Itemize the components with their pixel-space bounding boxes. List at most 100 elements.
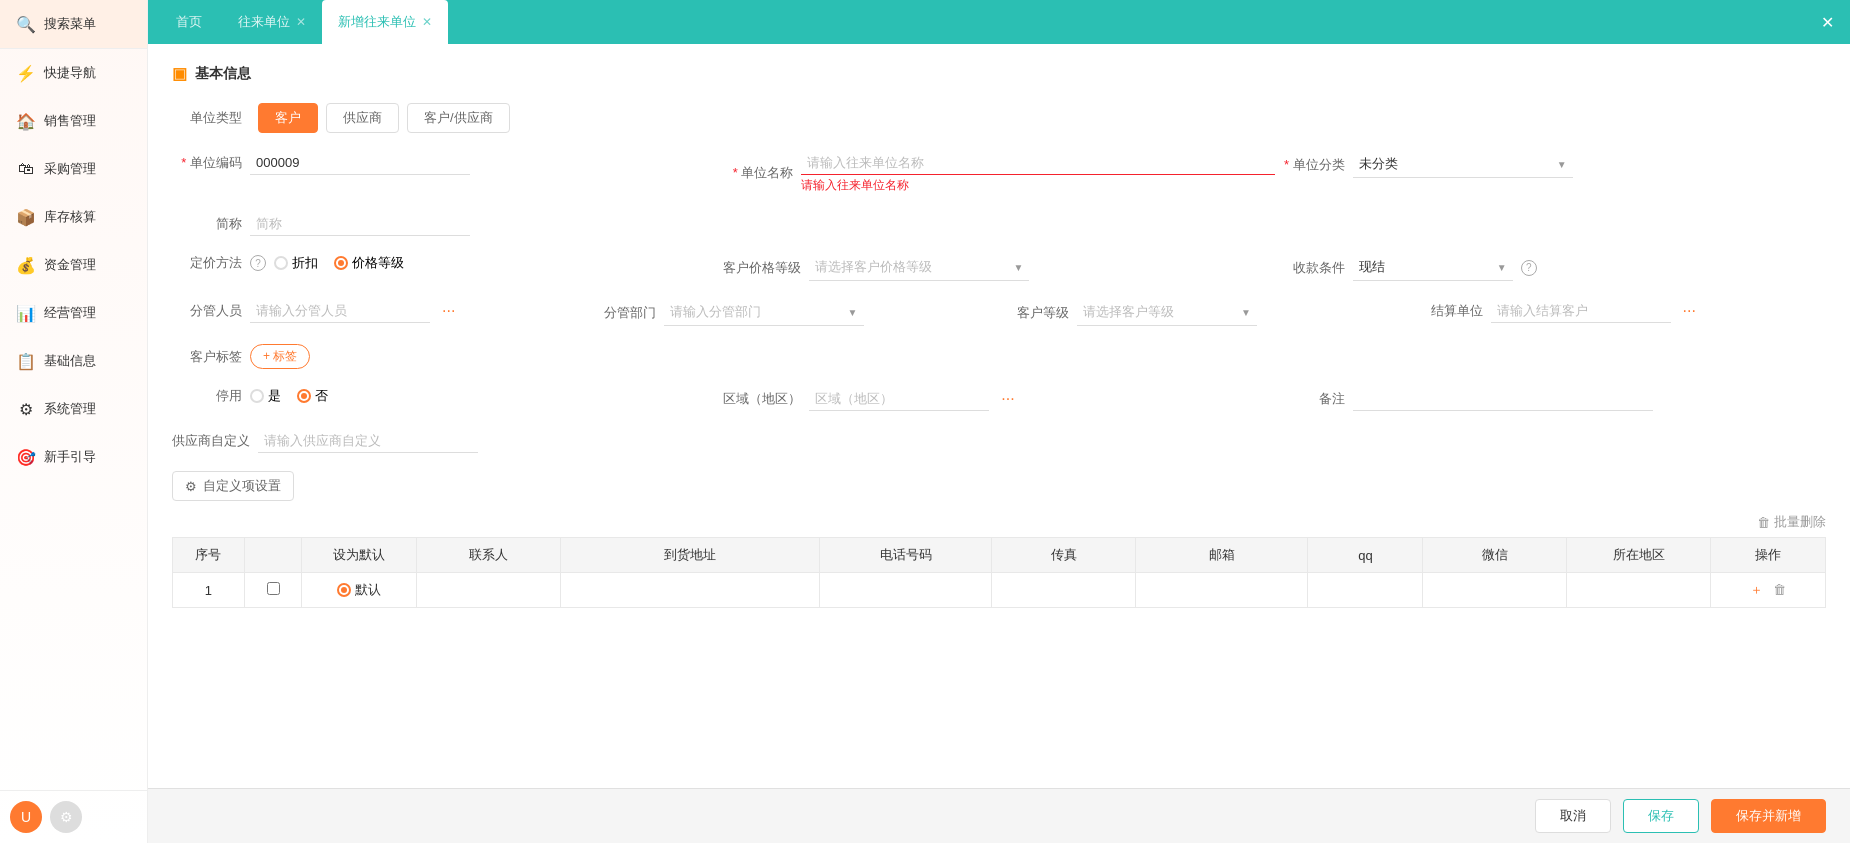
col-header-default: 设为默认 (302, 538, 417, 573)
phone-input[interactable] (830, 583, 981, 598)
unit-category-label: 单位分类 (1275, 156, 1345, 174)
row-checkbox[interactable] (244, 573, 301, 608)
unit-name-error-group: 请输入往来单位名称 (801, 151, 1274, 194)
sidebar-item-system[interactable]: ⚙ 系统管理 (0, 385, 147, 433)
tab-partners-close[interactable]: ✕ (296, 15, 306, 29)
unit-type-label: 单位类型 (172, 109, 242, 127)
type-btn-supplier[interactable]: 供应商 (326, 103, 399, 133)
payment-select[interactable]: 现结 ▼ (1353, 254, 1513, 281)
manager-group: 分管人员 ··· (172, 299, 586, 323)
settlement-input[interactable] (1491, 299, 1671, 323)
payment-help-icon[interactable]: ? (1521, 260, 1537, 276)
row-default-radio[interactable]: 默认 (312, 581, 406, 599)
region-input[interactable] (809, 387, 989, 411)
dept-select[interactable]: 请输入分管部门 ▼ (664, 299, 864, 326)
sidebar-item-search[interactable]: 🔍 搜索菜单 (0, 0, 147, 49)
sidebar-item-inventory[interactable]: 📦 库存核算 (0, 193, 147, 241)
remark-label: 备注 (1275, 390, 1345, 408)
search-icon: 🔍 (16, 14, 36, 34)
row-wechat[interactable] (1423, 573, 1567, 608)
settlement-more-icon[interactable]: ··· (1679, 302, 1700, 320)
supplier-custom-group: 供应商自定义 (172, 429, 1826, 453)
add-row-icon[interactable]: ＋ (1750, 582, 1763, 597)
sidebar-item-operation[interactable]: 📊 经营管理 (0, 289, 147, 337)
sidebar-item-finance[interactable]: 💰 资金管理 (0, 241, 147, 289)
customer-price-select[interactable]: 请选择客户价格等级 ▼ (809, 254, 1029, 281)
sidebar-item-quick-nav[interactable]: ⚡ 快捷导航 (0, 49, 147, 97)
row-ops[interactable]: ＋ 🗑 (1710, 573, 1825, 608)
supplier-custom-label: 供应商自定义 (172, 432, 250, 450)
sidebar-item-purchase[interactable]: 🛍 采购管理 (0, 145, 147, 193)
user-avatar[interactable]: U (10, 801, 42, 833)
disable-yes-radio[interactable]: 是 (250, 387, 281, 405)
pricing-level-radio[interactable]: 价格等级 (334, 254, 404, 272)
pricing-group: 定价方法 ? 折扣 价格等级 (172, 254, 723, 272)
tab-home[interactable]: 首页 (156, 0, 222, 44)
unit-name-input[interactable] (801, 151, 1274, 175)
row-check-input[interactable] (267, 582, 280, 595)
settings-avatar[interactable]: ⚙ (50, 801, 82, 833)
customer-level-group: 客户等级 请选择客户等级 ▼ (999, 299, 1413, 326)
sidebar-bottom: U ⚙ (0, 790, 147, 843)
unit-name-error-msg: 请输入往来单位名称 (801, 177, 1274, 194)
save-new-button[interactable]: 保存并新增 (1711, 799, 1826, 833)
customer-level-select[interactable]: 请选择客户等级 ▼ (1077, 299, 1257, 326)
disable-no-radio[interactable]: 否 (297, 387, 328, 405)
fax-input[interactable] (1002, 583, 1125, 598)
wechat-input[interactable] (1433, 583, 1556, 598)
row-email[interactable] (1136, 573, 1308, 608)
short-name-label: 简称 (172, 215, 242, 233)
tab-bar: 首页 往来单位 ✕ 新增往来单位 ✕ ✕ (148, 0, 1850, 44)
dept-label: 分管部门 (586, 304, 656, 322)
address-input[interactable] (571, 583, 809, 598)
tags-row: 客户标签 + 标签 (172, 344, 1826, 369)
sidebar-item-basic[interactable]: 📋 基础信息 (0, 337, 147, 385)
col-header-fax: 传真 (992, 538, 1136, 573)
short-name-input[interactable] (250, 212, 470, 236)
window-close-button[interactable]: ✕ (1813, 9, 1842, 36)
custom-settings-button[interactable]: ⚙ 自定义项设置 (172, 471, 294, 501)
row-address[interactable] (561, 573, 820, 608)
tag-label: 客户标签 (172, 348, 242, 366)
tab-new-partner-close[interactable]: ✕ (422, 15, 432, 29)
cancel-button[interactable]: 取消 (1535, 799, 1611, 833)
unit-code-label: 单位编码 (172, 154, 242, 172)
sidebar-item-guide[interactable]: 🎯 新手引导 (0, 433, 147, 481)
save-button[interactable]: 保存 (1623, 799, 1699, 833)
pricing-help-icon[interactable]: ? (250, 255, 266, 271)
email-input[interactable] (1146, 583, 1297, 598)
unit-code-group: 单位编码 (172, 151, 723, 175)
region-table-input[interactable] (1577, 583, 1700, 598)
row-default[interactable]: 默认 (302, 573, 417, 608)
payment-chevron-icon: ▼ (1497, 262, 1507, 273)
type-btn-both[interactable]: 客户/供应商 (407, 103, 510, 133)
sidebar-item-sales[interactable]: 🏠 销售管理 (0, 97, 147, 145)
row-phone[interactable] (819, 573, 991, 608)
manager-more-icon[interactable]: ··· (438, 302, 459, 320)
add-tag-button[interactable]: + 标签 (250, 344, 310, 369)
type-btn-customer[interactable]: 客户 (258, 103, 318, 133)
qq-input[interactable] (1318, 583, 1412, 598)
disable-yes-circle (250, 389, 264, 403)
supplier-custom-row: 供应商自定义 (172, 429, 1826, 453)
row-fax[interactable] (992, 573, 1136, 608)
batch-delete-button[interactable]: 🗑 批量删除 (1757, 513, 1826, 531)
row-region[interactable] (1567, 573, 1711, 608)
unit-category-select[interactable]: 未分类 ▼ (1353, 151, 1573, 178)
manager-input[interactable] (250, 299, 430, 323)
tab-partners[interactable]: 往来单位 ✕ (222, 0, 322, 44)
delete-row-icon[interactable]: 🗑 (1773, 582, 1786, 597)
remark-input[interactable] (1353, 387, 1653, 411)
unit-code-input[interactable] (250, 151, 470, 175)
tab-new-partner[interactable]: 新增往来单位 ✕ (322, 0, 448, 44)
unit-type-group: 单位类型 客户 供应商 客户/供应商 (172, 103, 510, 133)
unit-name-group: 单位名称 请输入往来单位名称 (723, 151, 1274, 194)
manager-label: 分管人员 (172, 302, 242, 320)
pricing-discount-radio[interactable]: 折扣 (274, 254, 318, 272)
pricing-radio-group: 折扣 价格等级 (274, 254, 404, 272)
row-contact[interactable] (417, 573, 561, 608)
row-qq[interactable] (1308, 573, 1423, 608)
region-more-icon[interactable]: ··· (997, 390, 1018, 408)
contact-input[interactable] (427, 583, 550, 598)
supplier-custom-input[interactable] (258, 429, 478, 453)
